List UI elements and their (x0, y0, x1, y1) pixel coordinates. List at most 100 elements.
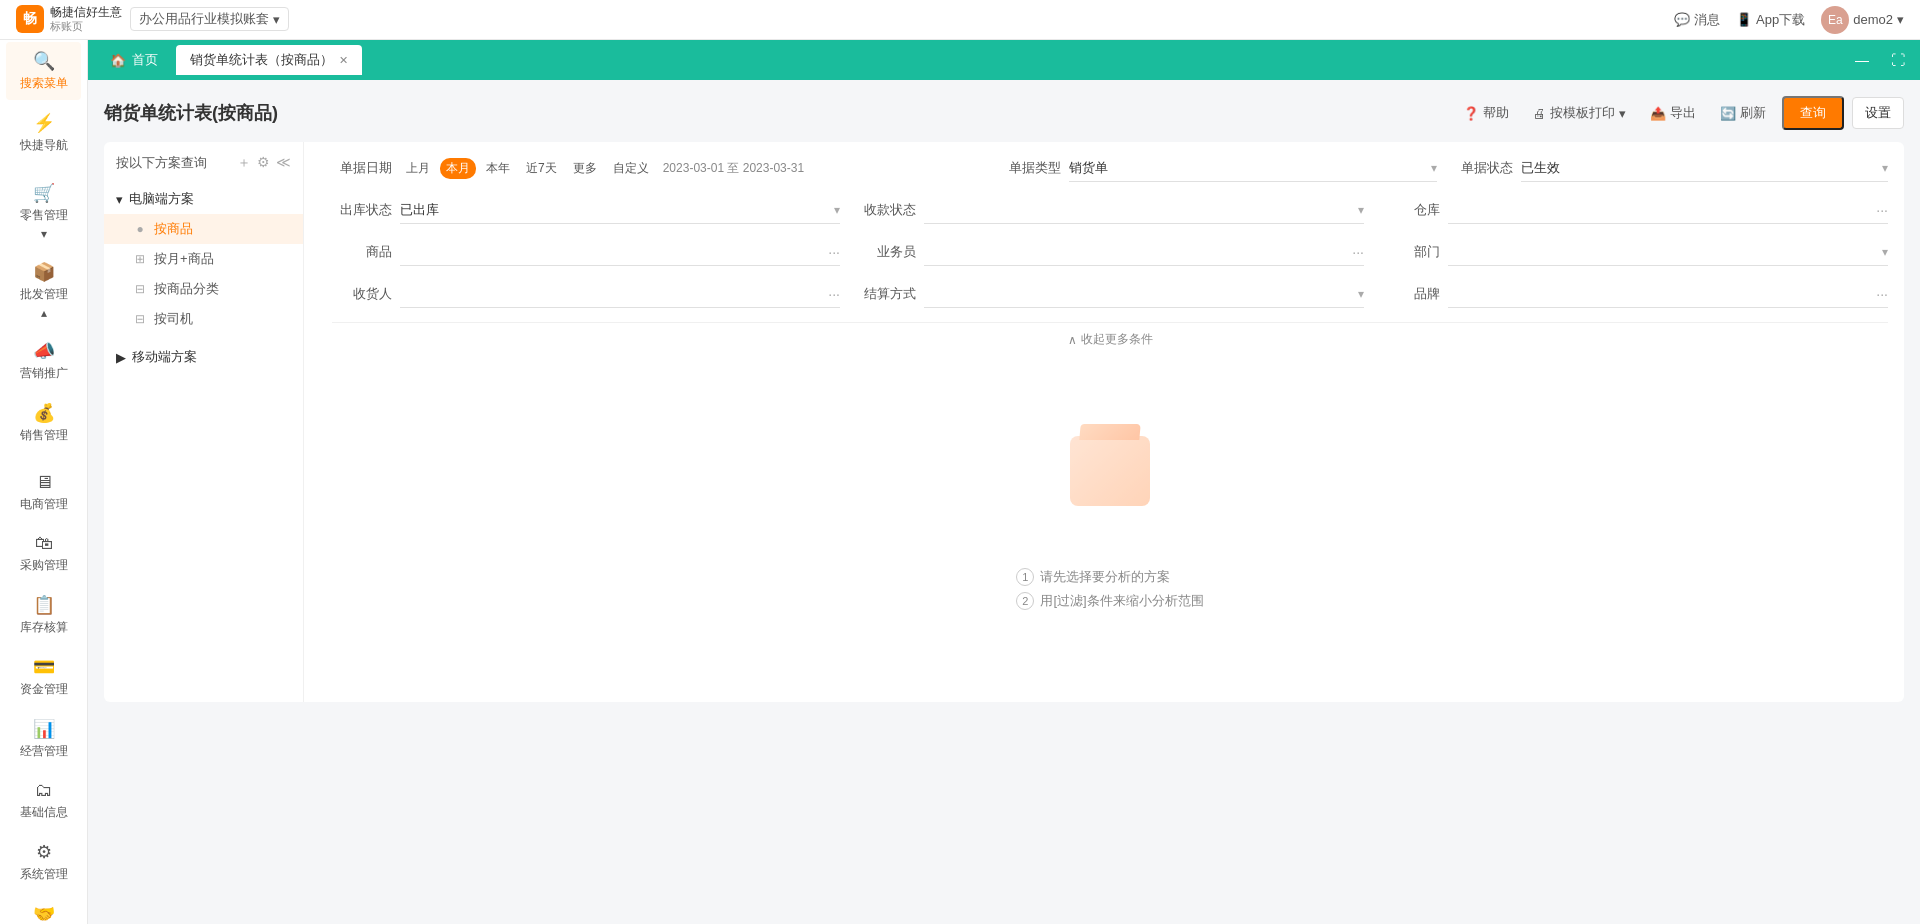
sidebar-item-basic[interactable]: 🗂 基础信息 (6, 772, 81, 829)
sidebar-item-enterprise[interactable]: 🤝 企业协同 (6, 895, 81, 924)
user-chevron-icon: ▾ (1897, 12, 1904, 27)
basic-icon: 🗂 (35, 780, 53, 801)
sidebar-item-finance[interactable]: 💳 资金管理 (6, 648, 81, 706)
date-tabs: 上月 本月 本年 近7天 更多 自定义 (400, 158, 655, 179)
empty-step-2: 2 用[过滤]条件来缩小分析范围 (1016, 592, 1203, 610)
filter-salesman-control[interactable]: ··· (924, 238, 1364, 266)
sidebar-item-operations[interactable]: 📊 经营管理 (6, 710, 81, 768)
filter-outstatus-label: 出库状态 (332, 201, 392, 219)
export-label: 导出 (1670, 104, 1696, 122)
empty-state: 1 请先选择要分析的方案 2 用[过滤]条件来缩小分析范围 (332, 356, 1888, 690)
mobile-expand-icon: ▶ (116, 350, 126, 365)
date-tab-more[interactable]: 更多 (567, 158, 603, 179)
retail-icon: 🛒 (33, 182, 55, 204)
sidebar-item-purchase[interactable]: 🛍 采购管理 (6, 525, 81, 582)
logo-sub: 标账页 (50, 19, 122, 34)
retail-expand-icon: ▾ (41, 227, 47, 241)
tab-close-icon[interactable]: ✕ (339, 54, 348, 67)
sidebar-item-marketing[interactable]: 📣 营销推广 (6, 332, 81, 390)
empty-box-illustration (1070, 436, 1150, 506)
sales-icon: 💰 (33, 402, 55, 424)
mobile-group-label: 移动端方案 (132, 348, 197, 366)
step-2-text: 用[过滤]条件来缩小分析范围 (1040, 592, 1203, 610)
sidebar-item-retail[interactable]: 🛒 零售管理 ▾ (6, 174, 81, 249)
filter-row-3: 商品 ··· 业务员 ··· 部门 (332, 238, 1888, 266)
filter-warehouse-control[interactable]: ··· (1448, 196, 1888, 224)
filter-doctype-value: 销货单 (1069, 159, 1108, 177)
page-title: 销货单统计表(按商品) (104, 101, 278, 125)
help-icon: ❓ (1463, 106, 1479, 121)
goods-dots-icon[interactable]: ··· (828, 244, 840, 260)
filter-brand-label: 品牌 (1380, 285, 1440, 303)
query-btn[interactable]: 查询 (1782, 96, 1844, 130)
filter-recipient-control[interactable]: ··· (400, 280, 840, 308)
tab-minimize-icon[interactable]: — (1848, 46, 1876, 74)
filter-recvstatus-control[interactable]: ▾ (924, 196, 1364, 224)
username: demo2 (1853, 12, 1893, 27)
sidebar-item-search[interactable]: 🔍 搜索菜单 (6, 42, 81, 100)
sidebar-search-label: 搜索菜单 (20, 75, 68, 92)
sidebar-item-system[interactable]: ⚙ 系统管理 (6, 833, 81, 891)
settings-btn[interactable]: 设置 (1852, 97, 1904, 129)
filter-row-4: 收货人 ··· 结算方式 ▾ 品牌 (332, 280, 1888, 308)
filter-outstatus-field: 出库状态 已出库 ▾ (332, 196, 840, 224)
warehouse-dots-icon[interactable]: ··· (1876, 202, 1888, 218)
filter-goods-label: 商品 (332, 243, 392, 261)
sidebar-purchase-label: 采购管理 (20, 557, 68, 574)
recipient-dots-icon[interactable]: ··· (828, 286, 840, 302)
payment-dropdown-icon: ▾ (1358, 287, 1364, 301)
scheme-collapse-icon[interactable]: ≪ (276, 154, 291, 172)
filter-doctype-control[interactable]: 销货单 ▾ (1069, 154, 1436, 182)
collapse-btn[interactable]: ∧ 收起更多条件 (332, 322, 1888, 356)
filter-recipient-label: 收货人 (332, 285, 392, 303)
refresh-btn[interactable]: 🔄 刷新 (1712, 100, 1774, 126)
filter-docstatus-field: 单据状态 已生效 ▾ (1453, 154, 1888, 182)
scheme-settings-icon[interactable]: ⚙ (257, 154, 270, 172)
print-icon: 🖨 (1533, 106, 1546, 121)
filter-docstatus-control[interactable]: 已生效 ▾ (1521, 154, 1888, 182)
filter-goods-control[interactable]: ··· (400, 238, 840, 266)
sidebar-operations-label: 经营管理 (20, 743, 68, 760)
sidebar-item-quicknav[interactable]: ⚡ 快捷导航 (6, 104, 81, 162)
desktop-group-label: 电脑端方案 (129, 190, 194, 208)
step-2-num: 2 (1016, 592, 1034, 610)
help-btn[interactable]: ❓ 帮助 (1455, 100, 1517, 126)
scheme-item-by-goods[interactable]: ● 按商品 (104, 214, 303, 244)
tab-maximize-icon[interactable]: ⛶ (1884, 46, 1912, 74)
step-1-text: 请先选择要分析的方案 (1040, 568, 1170, 586)
tab-report[interactable]: 销货单统计表（按商品） ✕ (176, 45, 362, 75)
message-btn[interactable]: 💬 消息 (1674, 11, 1720, 29)
sidebar-item-wholesale[interactable]: 📦 批发管理 ▴ (6, 253, 81, 328)
workspace-selector[interactable]: 办公用品行业模拟账套 ▾ (130, 7, 289, 31)
sidebar-item-sales[interactable]: 💰 销售管理 (6, 394, 81, 452)
filter-row-1: 单据日期 上月 本月 本年 近7天 更多 自定义 2023-03-01 至 20… (332, 154, 1888, 182)
brand-dots-icon[interactable]: ··· (1876, 286, 1888, 302)
scheme-group-mobile-header[interactable]: ▶ 移动端方案 (104, 342, 303, 372)
filter-brand-control[interactable]: ··· (1448, 280, 1888, 308)
filter-dept-control[interactable]: ▾ (1448, 238, 1888, 266)
user-area[interactable]: Ea demo2 ▾ (1821, 6, 1904, 34)
date-tab-this-month[interactable]: 本月 (440, 158, 476, 179)
scheme-item-by-month-goods[interactable]: ⊞ 按月+商品 (104, 244, 303, 274)
print-btn[interactable]: 🖨 按模板打印 ▾ (1525, 100, 1634, 126)
by-month-goods-icon: ⊞ (132, 252, 148, 266)
filter-outstatus-control[interactable]: 已出库 ▾ (400, 196, 840, 224)
date-tab-custom[interactable]: 自定义 (607, 158, 655, 179)
tab-home[interactable]: 🏠 首页 (96, 45, 172, 75)
filter-payment-control[interactable]: ▾ (924, 280, 1364, 308)
logo-area: 畅 畅捷信好生意 标账页 (16, 5, 122, 34)
scheme-group-desktop-header[interactable]: ▾ 电脑端方案 (104, 184, 303, 214)
sidebar-item-ecommerce[interactable]: 🖥 电商管理 (6, 464, 81, 521)
date-tab-last-month[interactable]: 上月 (400, 158, 436, 179)
scheme-add-btn[interactable]: ＋ (237, 154, 251, 172)
scheme-item-by-category[interactable]: ⊟ 按商品分类 (104, 274, 303, 304)
dept-dropdown-icon: ▾ (1882, 245, 1888, 259)
scheme-item-by-cashier[interactable]: ⊟ 按司机 (104, 304, 303, 334)
sidebar-item-inventory[interactable]: 📋 库存核算 (6, 586, 81, 644)
app-download-btn[interactable]: 📱 App下载 (1736, 11, 1805, 29)
date-tab-7days[interactable]: 近7天 (520, 158, 563, 179)
date-tab-this-year[interactable]: 本年 (480, 158, 516, 179)
export-btn[interactable]: 📤 导出 (1642, 100, 1704, 126)
salesman-dots-icon[interactable]: ··· (1352, 244, 1364, 260)
sidebar-marketing-label: 营销推广 (20, 365, 68, 382)
